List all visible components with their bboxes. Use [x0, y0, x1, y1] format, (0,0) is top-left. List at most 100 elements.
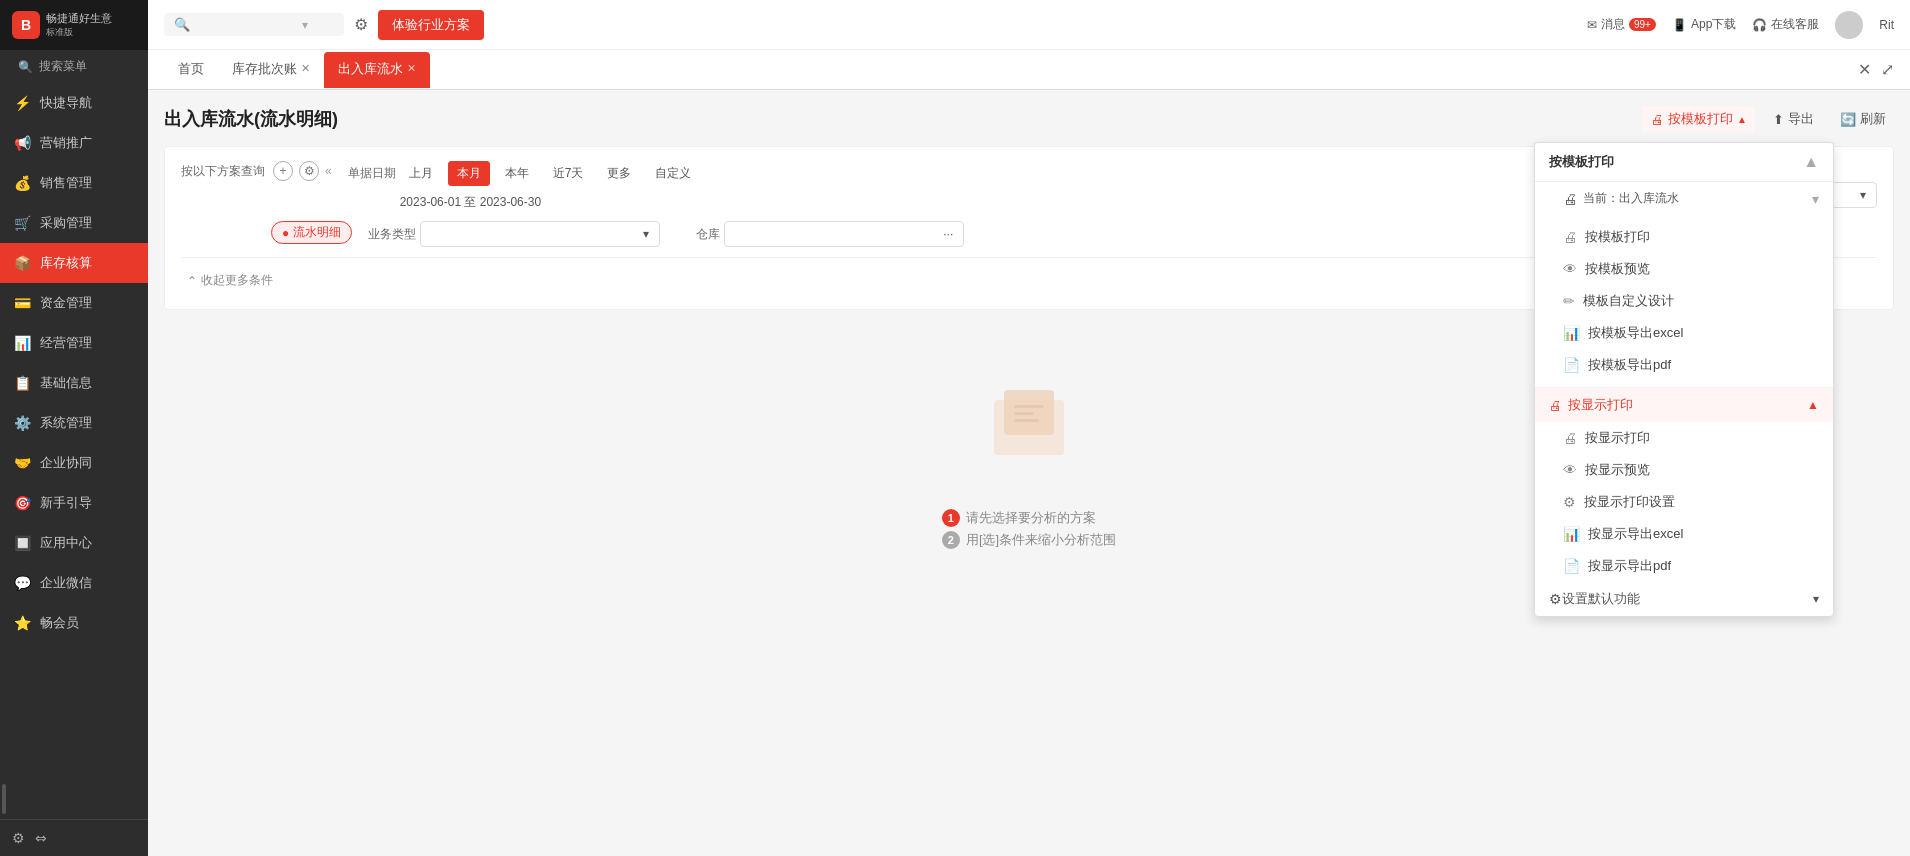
date-btn-last-month[interactable]: 上月 [400, 161, 442, 186]
sidebar-item-member[interactable]: ⭐ 畅会员 [0, 603, 148, 643]
sidebar-bottom: ⚙ ⇔ [0, 819, 148, 856]
date-btn-this-month[interactable]: 本月 [448, 161, 490, 186]
display-section-chevron[interactable]: ▲ [1807, 398, 1819, 412]
date-filter: 上月 本月 本年 近7天 更多 自定义 [400, 161, 701, 186]
tab-home[interactable]: 首页 [164, 52, 218, 88]
filter-section-label: 按以下方案查询 [181, 163, 265, 180]
operation-icon: 📊 [12, 333, 32, 353]
collapse-up-icon: ⌃ [187, 274, 197, 288]
tab-flow-close-icon[interactable]: ✕ [407, 62, 416, 75]
date-btn-more[interactable]: 更多 [598, 161, 640, 186]
sidebar-item-operation[interactable]: 📊 经营管理 [0, 323, 148, 363]
date-btn-custom[interactable]: 自定义 [646, 161, 700, 186]
sidebar-item-label: 企业协同 [40, 454, 92, 472]
message-icon: ✉ [1587, 18, 1597, 32]
display-preview-icon: 👁 [1563, 462, 1577, 478]
close-all-icon[interactable]: ✕ [1858, 60, 1871, 79]
app-download-button[interactable]: 📱 App下载 [1672, 16, 1736, 33]
template-excel-label: 按模板导出excel [1588, 324, 1683, 342]
sidebar-item-inventory[interactable]: 📦 库存核算 [0, 243, 148, 283]
template-pdf-icon: 📄 [1563, 357, 1580, 373]
date-btn-this-year[interactable]: 本年 [496, 161, 538, 186]
topbar-gear-icon[interactable]: ⚙ [354, 15, 368, 34]
dropdown-footer[interactable]: ⚙ 设置默认功能 ▾ [1535, 582, 1833, 616]
sidebar-item-enterprise[interactable]: 🤝 企业协同 [0, 443, 148, 483]
dropdown-item-display-print[interactable]: 🖨 按显示打印 [1535, 422, 1833, 454]
refresh-button[interactable]: 🔄 刷新 [1832, 106, 1894, 132]
topbar-search-input[interactable] [196, 18, 296, 32]
display-section-header[interactable]: 🖨 按显示打印 ▲ [1535, 388, 1833, 422]
sidebar-item-marketing[interactable]: 📢 营销推广 [0, 123, 148, 163]
current-chevron[interactable]: ▾ [1812, 191, 1819, 207]
dropdown-item-display-excel[interactable]: 📊 按显示导出excel [1535, 518, 1833, 550]
template-preview-icon: 👁 [1563, 261, 1577, 277]
sidebar-item-label: 快捷导航 [40, 94, 92, 112]
print-template-button[interactable]: 🖨 按模板打印 ▲ [1643, 106, 1755, 132]
dropdown-collapse-icon[interactable]: ▲ [1803, 153, 1819, 171]
business-type-select[interactable]: ▾ [420, 221, 660, 247]
tab-batch-close-icon[interactable]: ✕ [301, 62, 310, 75]
filter-tag-detail[interactable]: ● 流水明细 [271, 221, 352, 244]
tip-item-2: 2 用[选]条件来缩小分析范围 [942, 531, 1116, 549]
add-filter-icon[interactable]: + [273, 161, 293, 181]
warehouse-more-icon: ··· [943, 227, 953, 241]
dropdown-item-display-settings[interactable]: ⚙ 按显示打印设置 [1535, 486, 1833, 518]
expand-icon[interactable]: ⤢ [1881, 60, 1894, 79]
filter-tags-container: ● 流水明细 [271, 221, 352, 244]
dropdown-item-display-pdf[interactable]: 📄 按显示导出pdf [1535, 550, 1833, 582]
sidebar-item-wechat[interactable]: 💬 企业微信 [0, 563, 148, 603]
message-button[interactable]: ✉ 消息 99+ [1587, 16, 1656, 33]
refresh-icon: 🔄 [1840, 112, 1856, 127]
settings-icon[interactable]: ⚙ [12, 830, 25, 846]
online-service-button[interactable]: 🎧 在线客服 [1752, 16, 1819, 33]
sidebar-item-label: 企业微信 [40, 574, 92, 592]
sidebar-item-system[interactable]: ⚙️ 系统管理 [0, 403, 148, 443]
settings-filter-icon[interactable]: ⚙ [299, 161, 319, 181]
date-btn-7days[interactable]: 近7天 [544, 161, 593, 186]
dropdown-item-template-custom[interactable]: ✏ 模板自定义设计 [1535, 285, 1833, 317]
warehouse-select[interactable]: ··· [724, 221, 964, 247]
set-default-label: 设置默认功能 [1562, 590, 1640, 608]
export-button[interactable]: ⬆ 导出 [1765, 106, 1822, 132]
sidebar-item-quick-nav[interactable]: ⚡ 快捷导航 [0, 83, 148, 123]
display-excel-label: 按显示导出excel [1588, 525, 1683, 543]
display-settings-icon: ⚙ [1563, 494, 1576, 510]
sidebar-item-purchase[interactable]: 🛒 采购管理 [0, 203, 148, 243]
sidebar-item-label: 畅会员 [40, 614, 79, 632]
sidebar-item-sales[interactable]: 💰 销售管理 [0, 163, 148, 203]
sidebar-item-basic[interactable]: 📋 基础信息 [0, 363, 148, 403]
template-custom-icon: ✏ [1563, 293, 1575, 309]
dropdown-item-template-preview[interactable]: 👁 按模板预览 [1535, 253, 1833, 285]
dropdown-header: 按模板打印 ▲ [1535, 143, 1833, 182]
print-template-label: 按模板打印 [1668, 110, 1733, 128]
print-dropdown-chevron[interactable]: ▲ [1737, 114, 1747, 125]
sidebar-item-guide[interactable]: 🎯 新手引导 [0, 483, 148, 523]
tab-flow[interactable]: 出入库流水 ✕ [324, 52, 430, 88]
sidebar-item-app-center[interactable]: 🔲 应用中心 [0, 523, 148, 563]
user-avatar[interactable] [1835, 11, 1863, 39]
dropdown-item-display-preview[interactable]: 👁 按显示预览 [1535, 454, 1833, 486]
topbar-search-box[interactable]: 🔍 ▾ [164, 13, 344, 36]
collapse-icon[interactable]: ⇔ [35, 830, 47, 846]
topbar-search-dropdown-icon[interactable]: ▾ [302, 18, 308, 32]
business-type-container: 业务类型 ▾ [368, 221, 660, 247]
sidebar-item-finance[interactable]: 💳 资金管理 [0, 283, 148, 323]
dropdown-item-template-print[interactable]: 🖨 按模板打印 [1535, 221, 1833, 253]
trial-button[interactable]: 体验行业方案 [378, 10, 484, 40]
quick-nav-icon: ⚡ [12, 93, 32, 113]
empty-illustration [979, 370, 1079, 489]
page-title: 出入库流水(流水明细) [164, 107, 338, 131]
guide-icon: 🎯 [12, 493, 32, 513]
sidebar-item-label: 库存核算 [40, 254, 92, 272]
dropdown-item-template-excel[interactable]: 📊 按模板导出excel [1535, 317, 1833, 349]
collapse-filter-icon[interactable]: « [325, 164, 332, 178]
sidebar-search[interactable]: 🔍 搜索菜单 [0, 50, 148, 83]
dropdown-item-template-pdf[interactable]: 📄 按模板导出pdf [1535, 349, 1833, 381]
export-icon: ⬆ [1773, 112, 1784, 127]
message-badge: 99+ [1629, 18, 1656, 31]
tab-batch[interactable]: 库存批次账 ✕ [218, 52, 324, 88]
page-header: 出入库流水(流水明细) 🖨 按模板打印 ▲ ⬆ 导出 🔄 刷新 [164, 106, 1894, 132]
footer-chevron[interactable]: ▾ [1813, 592, 1819, 606]
tip-num-2: 2 [942, 531, 960, 549]
sidebar-item-label: 新手引导 [40, 494, 92, 512]
